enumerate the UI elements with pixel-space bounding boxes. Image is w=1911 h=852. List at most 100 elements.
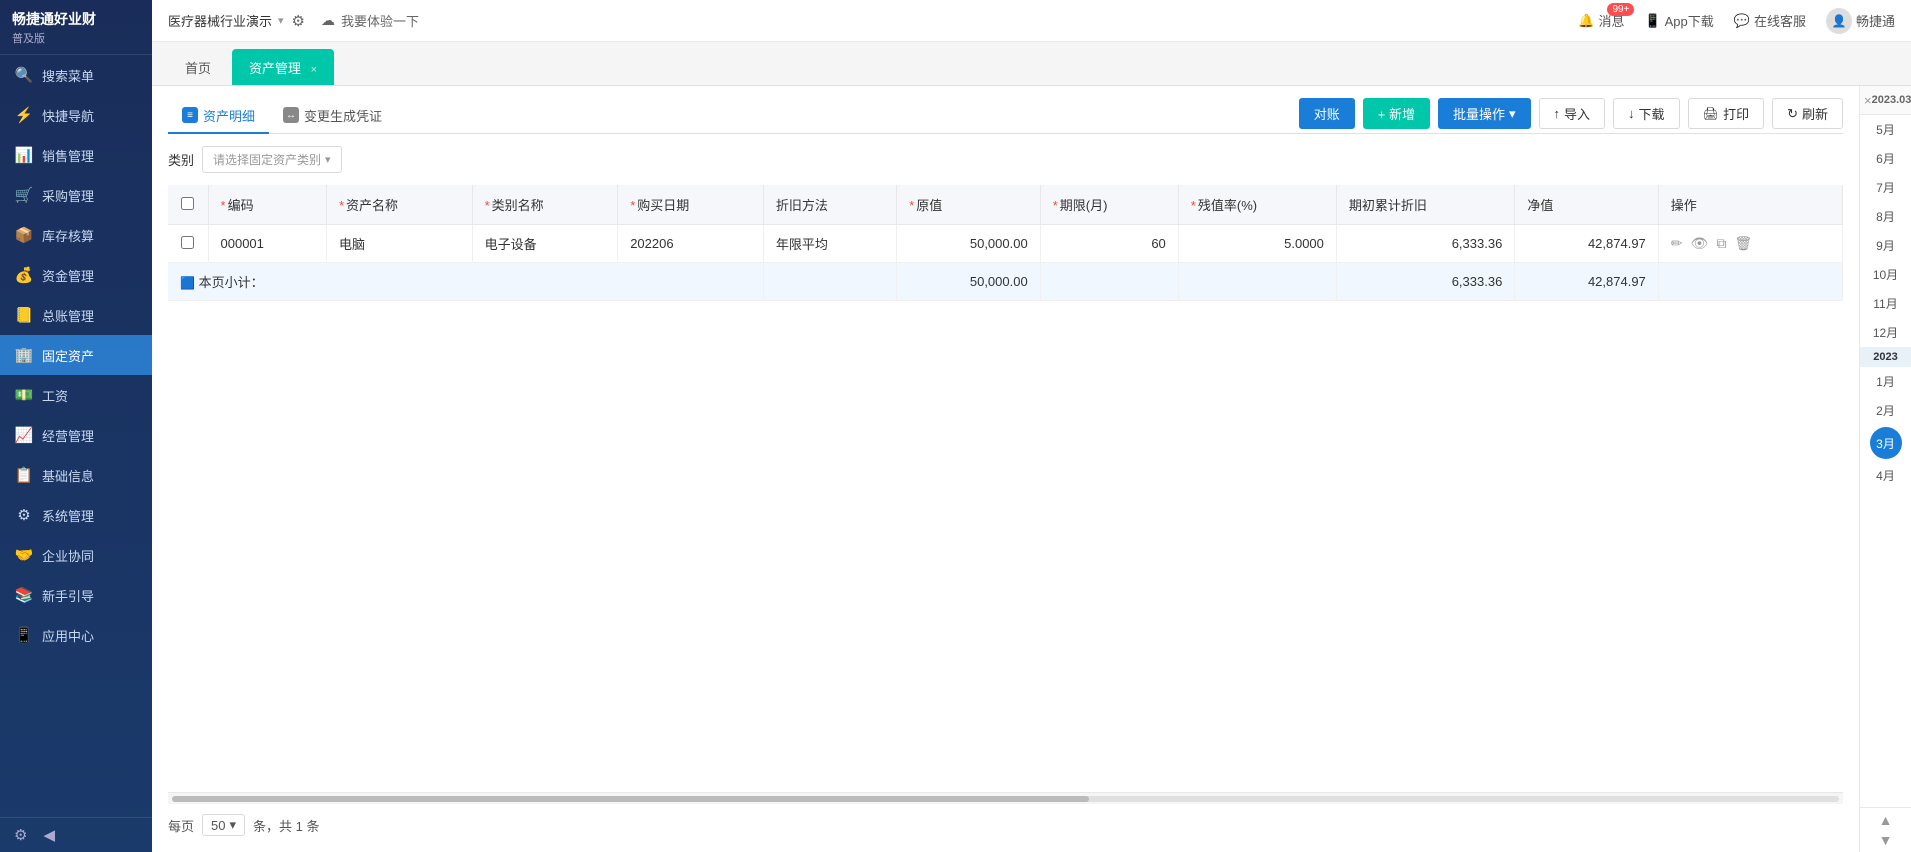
user-menu[interactable]: 👤 畅捷通 xyxy=(1826,8,1895,34)
sidebar-item-finance[interactable]: 💰 资金管理 xyxy=(0,255,152,295)
settings-gear-icon[interactable]: ⚙ xyxy=(292,12,305,30)
total-label: 条，共 1 条 xyxy=(253,816,319,835)
delete-icon[interactable]: 🗑 xyxy=(1734,235,1752,252)
sub-tab-asset-detail[interactable]: ≡ 资产明细 xyxy=(168,99,269,134)
edit-icon[interactable]: ✏ xyxy=(1671,235,1683,252)
subtotal-original-value: 50,000.00 xyxy=(897,263,1040,301)
sidebar-item-search[interactable]: 🔍 搜索菜单 xyxy=(0,55,152,95)
panel-up-icon[interactable]: ▲ xyxy=(1879,812,1893,828)
sidebar-item-cooperation[interactable]: 🤝 企业协同 xyxy=(0,535,152,575)
tab-home[interactable]: 首页 xyxy=(168,49,228,85)
month-6[interactable]: 6月 xyxy=(1860,144,1911,173)
sidebar-bottom: ⚙ ◀ xyxy=(0,817,152,852)
service-icon: 💬 xyxy=(1734,13,1750,29)
download-button[interactable]: ↓ 下载 xyxy=(1613,98,1680,129)
sidebar-item-system[interactable]: ⚙ 系统管理 xyxy=(0,495,152,535)
print-button[interactable]: 🖨 打印 xyxy=(1688,98,1765,129)
cloud-icon: ☁ xyxy=(321,12,335,29)
th-depreciation-method: 折旧方法 xyxy=(763,185,896,225)
import-icon: ↑ xyxy=(1554,106,1561,121)
month-9[interactable]: 9月 xyxy=(1860,231,1911,260)
tab-asset-mgmt[interactable]: 资产管理 × xyxy=(232,49,334,85)
month-10[interactable]: 10月 xyxy=(1860,260,1911,289)
th-category: *类别名称 xyxy=(472,185,618,225)
company-name: 医疗器械行业演示 xyxy=(168,11,272,30)
sidebar-item-quick-nav[interactable]: ⚡ 快捷导航 xyxy=(0,95,152,135)
inventory-icon: 📦 xyxy=(14,225,34,245)
row-checkbox-cell xyxy=(168,225,208,263)
collapse-icon[interactable]: ◀ xyxy=(43,826,55,844)
sidebar-item-inventory[interactable]: 📦 库存核算 xyxy=(0,215,152,255)
right-panel-year-label: 2023.03 xyxy=(1872,94,1911,106)
cell-purchase-date: 202206 xyxy=(618,225,764,263)
row-checkbox[interactable] xyxy=(181,236,194,249)
month-5[interactable]: 5月 xyxy=(1860,115,1911,144)
batch-ops-button[interactable]: 批量操作 ▾ xyxy=(1438,98,1531,129)
sidebar: 畅捷通好业财 普及版 🔍 搜索菜单 ⚡ 快捷导航 📊 销售管理 🛒 采购管理 📦… xyxy=(0,0,152,852)
app-name: 畅捷通好业财 xyxy=(12,10,140,28)
view-icon[interactable]: 👁 xyxy=(1691,235,1709,252)
cell-original-value: 50,000.00 xyxy=(897,225,1040,263)
th-name: *资产名称 xyxy=(326,185,472,225)
scrollbar-thumb[interactable] xyxy=(172,796,1089,802)
panel-down-icon[interactable]: ▼ xyxy=(1879,832,1893,848)
filter-left: 类别 请选择固定资产类别 ▾ xyxy=(168,146,342,173)
cell-depreciation-method: 年限平均 xyxy=(763,225,896,263)
month-7[interactable]: 7月 xyxy=(1860,173,1911,202)
sidebar-item-purchase[interactable]: 🛒 采购管理 xyxy=(0,175,152,215)
th-actions: 操作 xyxy=(1658,185,1842,225)
tab-close-icon[interactable]: × xyxy=(311,64,317,76)
sidebar-item-basic-info[interactable]: 📋 基础信息 xyxy=(0,455,152,495)
table-header-row: *编码 *资产名称 *类别名称 *购买日期 折旧方法 *原值 *期限(月) *残… xyxy=(168,185,1843,225)
search-icon: 🔍 xyxy=(14,65,34,85)
month-11[interactable]: 11月 xyxy=(1860,289,1911,318)
asset-table: *编码 *资产名称 *类别名称 *购买日期 折旧方法 *原值 *期限(月) *残… xyxy=(168,185,1843,301)
sidebar-item-ops-mgmt[interactable]: 📈 经营管理 xyxy=(0,415,152,455)
right-panel-close-icon[interactable]: × xyxy=(1864,93,1872,108)
general-ledger-icon: 📒 xyxy=(14,305,34,325)
sidebar-item-guide[interactable]: 📚 新手引导 xyxy=(0,575,152,615)
page-size-chevron-icon: ▾ xyxy=(229,817,236,833)
copy-icon[interactable]: ⧉ xyxy=(1716,235,1726,252)
cell-period-months: 60 xyxy=(1040,225,1178,263)
company-selector[interactable]: 医疗器械行业演示 ▾ xyxy=(168,11,284,30)
cell-name: 电脑 xyxy=(326,225,472,263)
sidebar-item-sales[interactable]: 📊 销售管理 xyxy=(0,135,152,175)
trial-button[interactable]: ☁ 我要体验一下 xyxy=(321,11,419,30)
online-service-button[interactable]: 💬 在线客服 xyxy=(1734,11,1806,30)
new-button[interactable]: + 新增 xyxy=(1363,98,1430,129)
change-voucher-icon: ↔ xyxy=(283,107,299,123)
header-right: 🔔 消息 99+ 📱 App下载 💬 在线客服 👤 畅捷通 xyxy=(1578,8,1895,34)
month-2023-4[interactable]: 4月 xyxy=(1860,461,1911,490)
action-icons: ✏ 👁 ⧉ 🗑 xyxy=(1671,235,1830,252)
notifications-button[interactable]: 🔔 消息 99+ xyxy=(1578,11,1624,30)
sub-tab-change-voucher[interactable]: ↔ 变更生成凭证 xyxy=(269,99,396,134)
year-2023-label: 2023 xyxy=(1860,347,1911,367)
app-download-button[interactable]: 📱 App下载 xyxy=(1644,11,1713,30)
month-2023-2[interactable]: 2月 xyxy=(1860,396,1911,425)
right-panel: × 2023.03 ⤡ 5月 6月 7月 8月 9月 10月 11月 12月 2… xyxy=(1859,86,1911,852)
select-all-checkbox[interactable] xyxy=(181,197,194,210)
payroll-icon: 💵 xyxy=(14,385,34,405)
refresh-button[interactable]: ↻ 刷新 xyxy=(1772,98,1843,129)
sidebar-menu: 🔍 搜索菜单 ⚡ 快捷导航 📊 销售管理 🛒 采购管理 📦 库存核算 💰 资金管… xyxy=(0,55,152,817)
fixed-assets-icon: 🏢 xyxy=(14,345,34,365)
sidebar-item-general-ledger[interactable]: 📒 总账管理 xyxy=(0,295,152,335)
settings-icon[interactable]: ⚙ xyxy=(14,826,27,844)
reconcile-button[interactable]: 对账 xyxy=(1299,98,1355,129)
main-content: ≡ 资产明细 ↔ 变更生成凭证 对账 + 新增 批量操作 ▾ ↑ xyxy=(152,86,1859,852)
import-button[interactable]: ↑ 导入 xyxy=(1539,98,1606,129)
page-size-select[interactable]: 50 ▾ xyxy=(202,814,245,836)
sidebar-item-app-center[interactable]: 📱 应用中心 xyxy=(0,615,152,655)
subtotal-label-cell: 🟦 本页小计： xyxy=(168,263,763,301)
sidebar-item-payroll[interactable]: 💵 工资 xyxy=(0,375,152,415)
filter-category-select[interactable]: 请选择固定资产类别 ▾ xyxy=(202,146,342,173)
horizontal-scrollbar[interactable] xyxy=(168,792,1843,804)
month-8[interactable]: 8月 xyxy=(1860,202,1911,231)
month-2023-3[interactable]: 3月 xyxy=(1870,427,1902,459)
month-2023-1[interactable]: 1月 xyxy=(1860,367,1911,396)
avatar: 👤 xyxy=(1826,8,1852,34)
notifications-badge: 99+ xyxy=(1607,3,1634,16)
month-12[interactable]: 12月 xyxy=(1860,318,1911,347)
sidebar-item-fixed-assets[interactable]: 🏢 固定资产 xyxy=(0,335,152,375)
